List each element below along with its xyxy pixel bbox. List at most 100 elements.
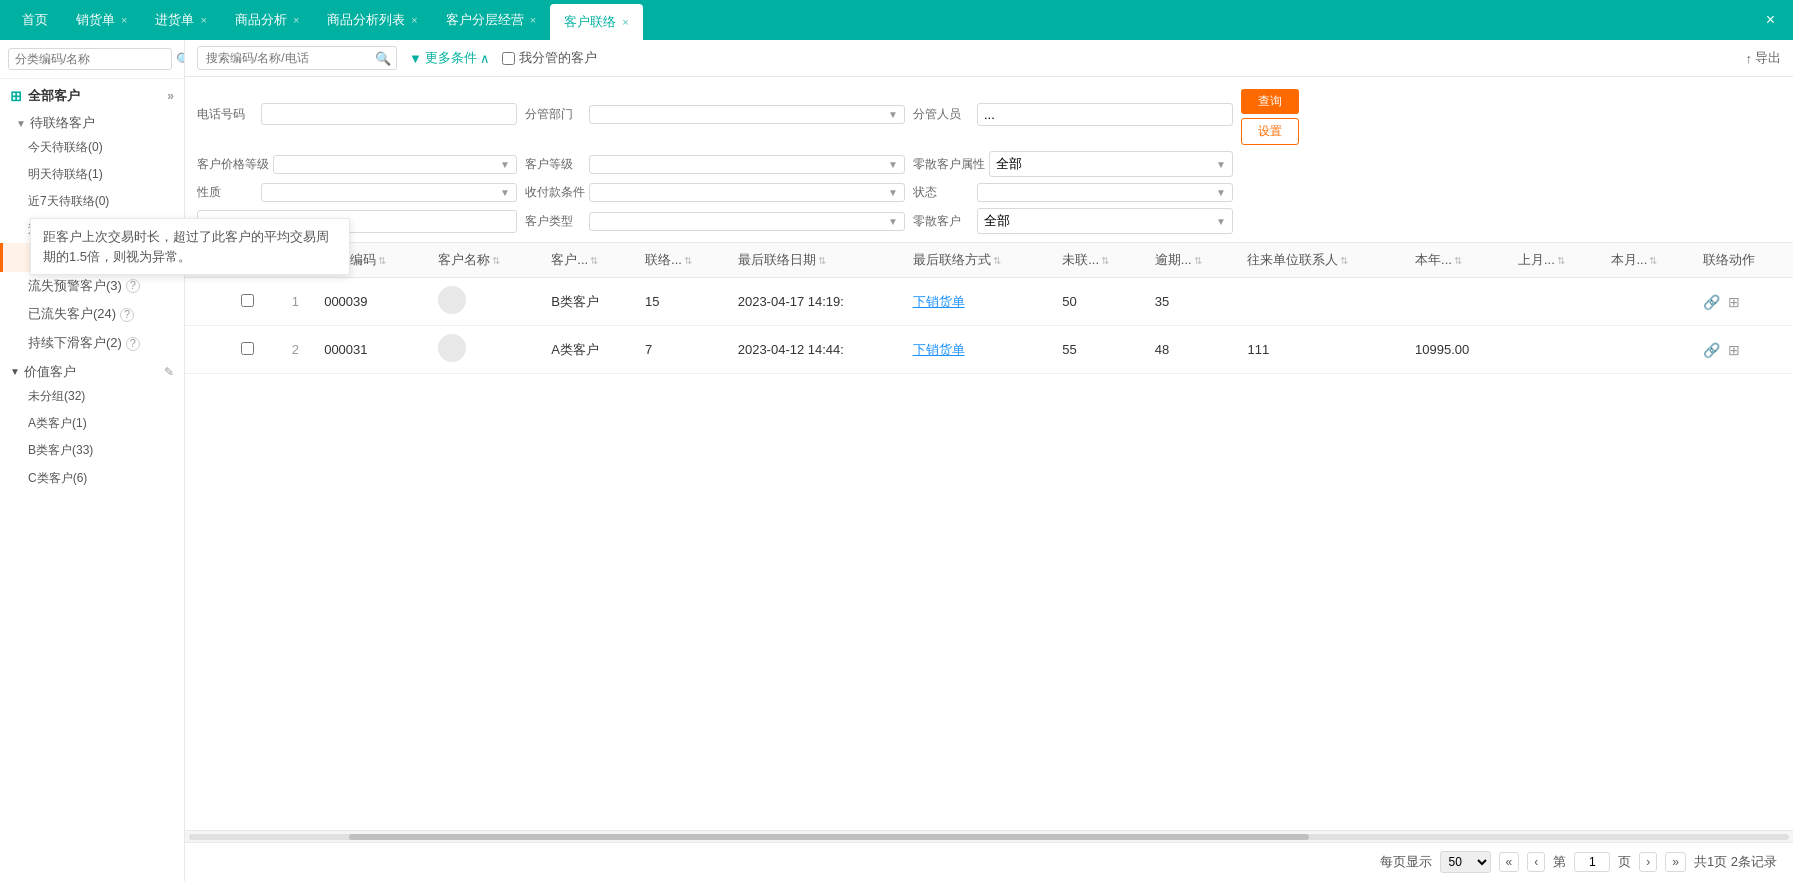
value-customers-edit-icon[interactable]: ✎ [164, 365, 174, 379]
close-sales-tab[interactable]: × [121, 14, 127, 26]
filter-status: 状态 ▼ [913, 183, 1233, 202]
row-name-cell [428, 326, 542, 374]
row-checkbox[interactable] [241, 294, 254, 307]
row-checkbox-cell [231, 326, 277, 374]
tab-sales[interactable]: 销货单 × [62, 0, 141, 40]
row-link-icon[interactable]: 🔗 [1703, 342, 1720, 358]
retail-attr-select[interactable]: 全部 ▼ [989, 151, 1233, 177]
col-this-year[interactable]: 本年...⇅ [1405, 243, 1508, 278]
contact-method-link[interactable]: 下销货单 [913, 294, 965, 309]
already-lost-info-icon[interactable]: ? [120, 308, 134, 322]
export-btn[interactable]: ↑ 导出 [1746, 49, 1782, 67]
sidebar-item-tomorrow[interactable]: 明天待联络(1) [0, 161, 184, 188]
sidebar-item-already-lost[interactable]: 已流失客户(24) ? [0, 300, 184, 329]
persistent-down-info-icon[interactable]: ? [126, 337, 140, 351]
advanced-filters: 电话号码 分管部门 ▼ 分管人员 ... [185, 77, 1793, 243]
page-number-input[interactable] [1574, 852, 1610, 872]
price-level-select[interactable]: ▼ [273, 155, 517, 174]
row-link-icon[interactable]: 🔗 [1703, 294, 1720, 310]
payment-select[interactable]: ▼ [589, 183, 905, 202]
table-row: 1 000039 B类客户 15 2023-04-17 14:19: 下销货单 … [185, 278, 1793, 326]
horizontal-scrollbar[interactable] [185, 830, 1793, 842]
close-analysis-tab[interactable]: × [293, 14, 299, 26]
col-customer-name[interactable]: 客户名称⇅ [428, 243, 542, 278]
customer-level-select[interactable]: ▼ [589, 155, 905, 174]
col-uncontacted[interactable]: 未联...⇅ [1052, 243, 1145, 278]
scrollbar-thumb[interactable] [349, 834, 1309, 840]
col-overdue[interactable]: 逾期...⇅ [1145, 243, 1238, 278]
loss-warning-info-icon[interactable]: ? [126, 279, 140, 293]
sidebar-collapse-icon[interactable]: » [167, 89, 174, 103]
col-customer-category[interactable]: 客户...⇅ [541, 243, 635, 278]
last-page-btn[interactable]: » [1665, 852, 1686, 872]
row-settings-cell [185, 278, 231, 326]
col-last-contact-date[interactable]: 最后联络日期⇅ [728, 243, 903, 278]
close-analysis-list-tab[interactable]: × [411, 14, 417, 26]
sidebar-value-customers-group[interactable]: ▼ 价值客户 ✎ [0, 358, 184, 383]
tab-purchase[interactable]: 进货单 × [141, 0, 220, 40]
tab-home[interactable]: 首页 [8, 0, 62, 40]
col-this-month[interactable]: 本月...⇅ [1601, 243, 1694, 278]
row-action-icons: 🔗 ⊞ [1703, 294, 1783, 310]
row-checkbox[interactable] [241, 342, 254, 355]
content-area: 🔍 ▼ 更多条件 ∧ 我分管的客户 ↑ 导出 电话号码 [185, 40, 1793, 881]
col-last-month[interactable]: 上月...⇅ [1508, 243, 1601, 278]
close-purchase-tab[interactable]: × [200, 14, 206, 26]
row-this-year-cell [1405, 278, 1508, 326]
next-page-btn[interactable]: › [1639, 852, 1657, 872]
row-grid-icon[interactable]: ⊞ [1728, 294, 1740, 310]
set-button[interactable]: 设置 [1241, 118, 1299, 145]
row-last-month-cell [1508, 278, 1601, 326]
scrollbar-track[interactable] [189, 834, 1789, 840]
sidebar-group-pending[interactable]: ▼ 待联络客户 [0, 109, 184, 134]
row-grid-icon[interactable]: ⊞ [1728, 342, 1740, 358]
contact-method-link[interactable]: 下销货单 [913, 342, 965, 357]
dept-select[interactable]: ▼ [589, 105, 905, 124]
row-contact-cell: 7 [635, 326, 728, 374]
first-page-btn[interactable]: « [1499, 852, 1520, 872]
row-num-cell: 1 [276, 278, 314, 326]
retail-attr-arrow: ▼ [1216, 159, 1226, 170]
close-customer-tier-tab[interactable]: × [530, 14, 536, 26]
sidebar-item-persistent-down[interactable]: 持续下滑客户(2) ? [0, 329, 184, 358]
person-select[interactable]: ... [977, 103, 1233, 126]
close-customer-contact-tab[interactable]: × [622, 16, 628, 28]
sidebar-search-input[interactable] [8, 48, 172, 70]
my-customers-checkbox-label[interactable]: 我分管的客户 [502, 49, 597, 67]
my-customers-checkbox[interactable] [502, 52, 515, 65]
chevron-down-icon: ∧ [480, 51, 490, 66]
filter-payment: 收付款条件 ▼ [525, 183, 905, 202]
sidebar-item-class-c[interactable]: C类客户(6) [0, 465, 184, 492]
export-icon: ↑ [1746, 51, 1753, 66]
sidebar-search-icon[interactable]: 🔍 [176, 52, 185, 67]
status-select[interactable]: ▼ [977, 183, 1233, 202]
sidebar-item-class-a[interactable]: A类客户(1) [0, 410, 184, 437]
tab-analysis[interactable]: 商品分析 × [221, 0, 313, 40]
sidebar-item-ungrouped[interactable]: 未分组(32) [0, 383, 184, 410]
tab-customer-tier[interactable]: 客户分层经营 × [432, 0, 550, 40]
action-buttons: 查询 设置 [1241, 83, 1299, 145]
more-conditions-btn[interactable]: ▼ 更多条件 ∧ [403, 46, 496, 70]
customer-type-select[interactable]: ▼ [589, 212, 905, 231]
col-last-contact-method[interactable]: 最后联络方式⇅ [903, 243, 1053, 278]
query-button[interactable]: 查询 [1241, 89, 1299, 114]
phone-input[interactable] [261, 103, 517, 125]
close-all-tabs[interactable]: × [1756, 11, 1785, 29]
sidebar-item-class-b[interactable]: B类客户(33) [0, 437, 184, 464]
filter-icon: ▼ [409, 51, 422, 66]
sidebar-item-7days[interactable]: 近7天待联络(0) [0, 188, 184, 215]
customer-level-arrow: ▼ [888, 159, 898, 170]
sidebar-item-today[interactable]: 今天待联络(0) [0, 134, 184, 161]
gender-select[interactable]: ▼ [261, 183, 517, 202]
col-contact[interactable]: 联络...⇅ [635, 243, 728, 278]
sidebar-item-loss-warning[interactable]: 流失预警客户(3) ? [0, 272, 184, 301]
main-search-icon[interactable]: 🔍 [375, 51, 391, 66]
per-page-select[interactable]: 50 100 [1440, 851, 1491, 873]
tab-customer-contact[interactable]: 客户联络 × [550, 4, 642, 40]
prev-page-btn[interactable]: ‹ [1527, 852, 1545, 872]
main-search-input[interactable] [197, 46, 397, 70]
tab-analysis-list[interactable]: 商品分析列表 × [313, 0, 431, 40]
col-historical-contact[interactable]: 往来单位联系人⇅ [1237, 243, 1405, 278]
retail-customer-select[interactable]: 全部 ▼ [977, 208, 1233, 234]
row-code-cell: 000039 [314, 278, 428, 326]
